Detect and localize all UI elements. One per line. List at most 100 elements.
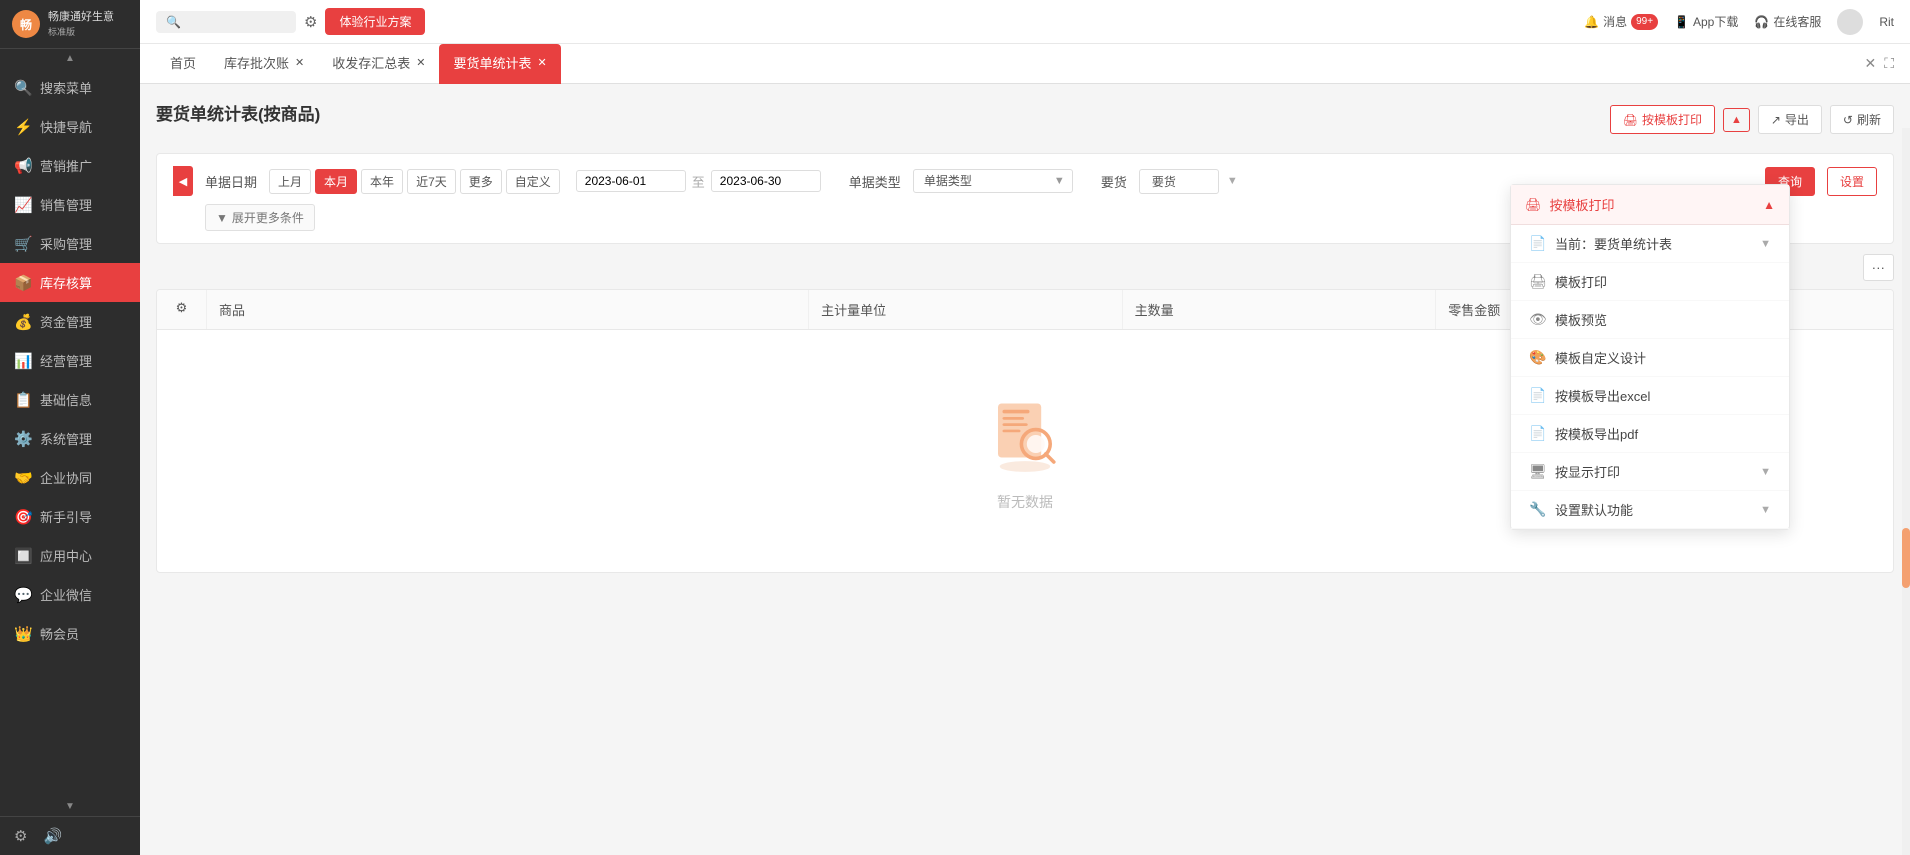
sidebar-item-guide[interactable]: 🎯 新手引导 [0,497,140,536]
submenu-arrow-icon-2: ▼ [1760,504,1771,516]
tab-close-order-stats[interactable]: ✕ [538,56,547,69]
dropdown-display-print[interactable]: 🖥 按显示打印 ▼ [1511,453,1789,491]
tab-order-stats[interactable]: 要货单统计表 ✕ [439,44,560,84]
topbar-search-box[interactable]: 🔍 [156,11,296,33]
date-btn-custom[interactable]: 自定义 [506,169,560,194]
tab-batch-account[interactable]: 库存批次账 ✕ [210,44,318,84]
lightning-icon: ⚡ [14,118,32,136]
sidebar-item-basic[interactable]: 📋 基础信息 [0,380,140,419]
sidebar-item-inventory[interactable]: 📦 库存核算 [0,263,140,302]
type-label: 单据类型 [849,172,901,191]
dropdown-template-excel[interactable]: 📄 按模板导出excel [1511,377,1789,415]
date-start-input[interactable] [576,170,686,192]
settings-button[interactable]: 设置 [1827,167,1877,196]
topbar: 🔍 ⚙ 体验行业方案 🔔 消息 99+ 📱 App下载 🎧 在线客服 Rit [140,0,1910,44]
design-icon: 🎨 [1529,349,1545,366]
megaphone-icon: 📢 [14,157,32,175]
excel-icon: 📄 [1529,387,1545,404]
sidebar-nav: 🔍 搜索菜单 ⚡ 快捷导航 📢 营销推广 📈 销售管理 🛒 采购管理 📦 库存核… [0,68,140,797]
tab-close-receipt[interactable]: ✕ [416,56,425,69]
sidebar-item-quick-nav[interactable]: ⚡ 快捷导航 [0,107,140,146]
print-dropdown-toggle[interactable]: ▲ [1723,108,1750,132]
sidebar-item-wechat[interactable]: 💬 企业微信 [0,575,140,614]
date-btn-7days[interactable]: 近7天 [407,169,456,194]
expand-conditions-button[interactable]: ▼ 展开更多条件 [205,204,315,231]
eye-icon: 👁 [1529,311,1545,328]
trial-button[interactable]: 体验行业方案 [325,8,425,35]
filter-collapse-icon[interactable]: ◀ [173,166,193,196]
th-settings[interactable]: ⚙ [157,290,207,329]
handshake-icon: 🤝 [14,469,32,487]
dropdown-header[interactable]: 🖨 按模板打印 ▲ [1511,185,1789,225]
date-btn-last-month[interactable]: 上月 [269,169,311,194]
grid-icon: 🔲 [14,547,32,565]
display-icon: 🖥 [1529,463,1545,480]
app-logo: 畅 畅康通好生意 标准版 [0,0,140,49]
dropdown-default-func[interactable]: 🔧 设置默认功能 ▼ [1511,491,1789,529]
scroll-down-arrow[interactable]: ▼ [0,797,140,816]
main-area: 🔍 ⚙ 体验行业方案 🔔 消息 99+ 📱 App下载 🎧 在线客服 Rit [140,0,1910,855]
dropdown-template-pdf[interactable]: 📄 按模板导出pdf [1511,415,1789,453]
username: Rit [1879,15,1894,29]
dropdown-current-template[interactable]: 📄 当前：要货单统计表 ▼ [1511,225,1789,263]
avatar[interactable] [1837,9,1863,35]
sidebar-footer: ⚙ 🔊 [0,816,140,855]
download-icon: 📱 [1674,15,1689,29]
topbar-gear-icon[interactable]: ⚙ [304,13,317,31]
type-select[interactable]: 单据类型 要货单 [913,169,1073,193]
order-type-input[interactable]: 要货 [1139,169,1219,194]
scrollbar-thumb[interactable] [1902,528,1910,588]
dropdown-template-print[interactable]: 🖨 模板打印 [1511,263,1789,301]
sidebar-item-sales[interactable]: 📈 销售管理 [0,185,140,224]
logo-icon: 畅 [12,10,40,38]
settings-footer-icon[interactable]: ⚙ [14,827,27,845]
dropdown-close-arrow[interactable]: ▲ [1763,198,1775,212]
date-btn-more[interactable]: 更多 [460,169,502,194]
th-product: 商品 [207,290,809,329]
sound-footer-icon[interactable]: 🔊 [43,827,62,845]
more-options-button[interactable]: ··· [1863,254,1894,281]
sidebar-item-search[interactable]: 🔍 搜索菜单 [0,68,140,107]
message-badge: 99+ [1631,14,1658,30]
tab-close-batch[interactable]: ✕ [295,56,304,69]
tab-receipt-summary[interactable]: 收发存汇总表 ✕ [318,44,439,84]
pdf-icon: 📄 [1529,425,1545,442]
date-btn-this-year[interactable]: 本年 [361,169,403,194]
sidebar-item-collab[interactable]: 🤝 企业协同 [0,458,140,497]
date-btn-this-month[interactable]: 本月 [315,169,357,194]
export-button[interactable]: ↗ 导出 [1758,105,1822,134]
clipboard-icon: 📋 [14,391,32,409]
sidebar-item-apps[interactable]: 🔲 应用中心 [0,536,140,575]
window-maximize-icon[interactable]: ⛶ [1884,55,1894,72]
online-service-link[interactable]: 🎧 在线客服 [1754,13,1821,30]
dropdown-template-preview[interactable]: 👁 模板预览 [1511,301,1789,339]
wrench-icon: 🔧 [1529,501,1545,518]
refresh-button[interactable]: ↺ 刷新 [1830,105,1894,134]
wechat-icon: 💬 [14,586,32,604]
sidebar: 畅 畅康通好生意 标准版 ▲ 🔍 搜索菜单 ⚡ 快捷导航 📢 营销推广 📈 销售… [0,0,140,855]
tabs-bar: 首页 库存批次账 ✕ 收发存汇总表 ✕ 要货单统计表 ✕ ✕ ⛶ [140,44,1910,84]
sidebar-item-marketing[interactable]: 📢 营销推广 [0,146,140,185]
sidebar-item-member[interactable]: 👑 畅会员 [0,614,140,653]
sidebar-item-operations[interactable]: 📊 经营管理 [0,341,140,380]
target-icon: 🎯 [14,508,32,526]
scroll-up-arrow[interactable]: ▲ [0,49,140,68]
date-end-input[interactable] [711,170,821,192]
tab-home[interactable]: 首页 [156,44,210,84]
empty-illustration [980,390,1070,480]
chevron-down-icon: ▼ [216,211,228,225]
dropdown-template-design[interactable]: 🎨 模板自定义设计 [1511,339,1789,377]
cart-icon: 🛒 [14,235,32,253]
bar-chart-icon: 📊 [14,352,32,370]
printer-icon: 🖨 [1623,113,1638,127]
submenu-arrow-icon: ▼ [1760,466,1771,478]
page-title: 要货单统计表(按商品) [156,100,320,125]
sidebar-item-finance[interactable]: 💰 资金管理 [0,302,140,341]
sidebar-item-purchase[interactable]: 🛒 采购管理 [0,224,140,263]
window-close-icon[interactable]: ✕ [1864,55,1876,72]
message-button[interactable]: 🔔 消息 99+ [1584,13,1658,30]
th-qty: 主数量 [1123,290,1437,329]
app-download-link[interactable]: 📱 App下载 [1674,13,1738,30]
sidebar-item-system[interactable]: ⚙️ 系统管理 [0,419,140,458]
print-template-button[interactable]: 🖨 按模板打印 [1610,105,1715,134]
